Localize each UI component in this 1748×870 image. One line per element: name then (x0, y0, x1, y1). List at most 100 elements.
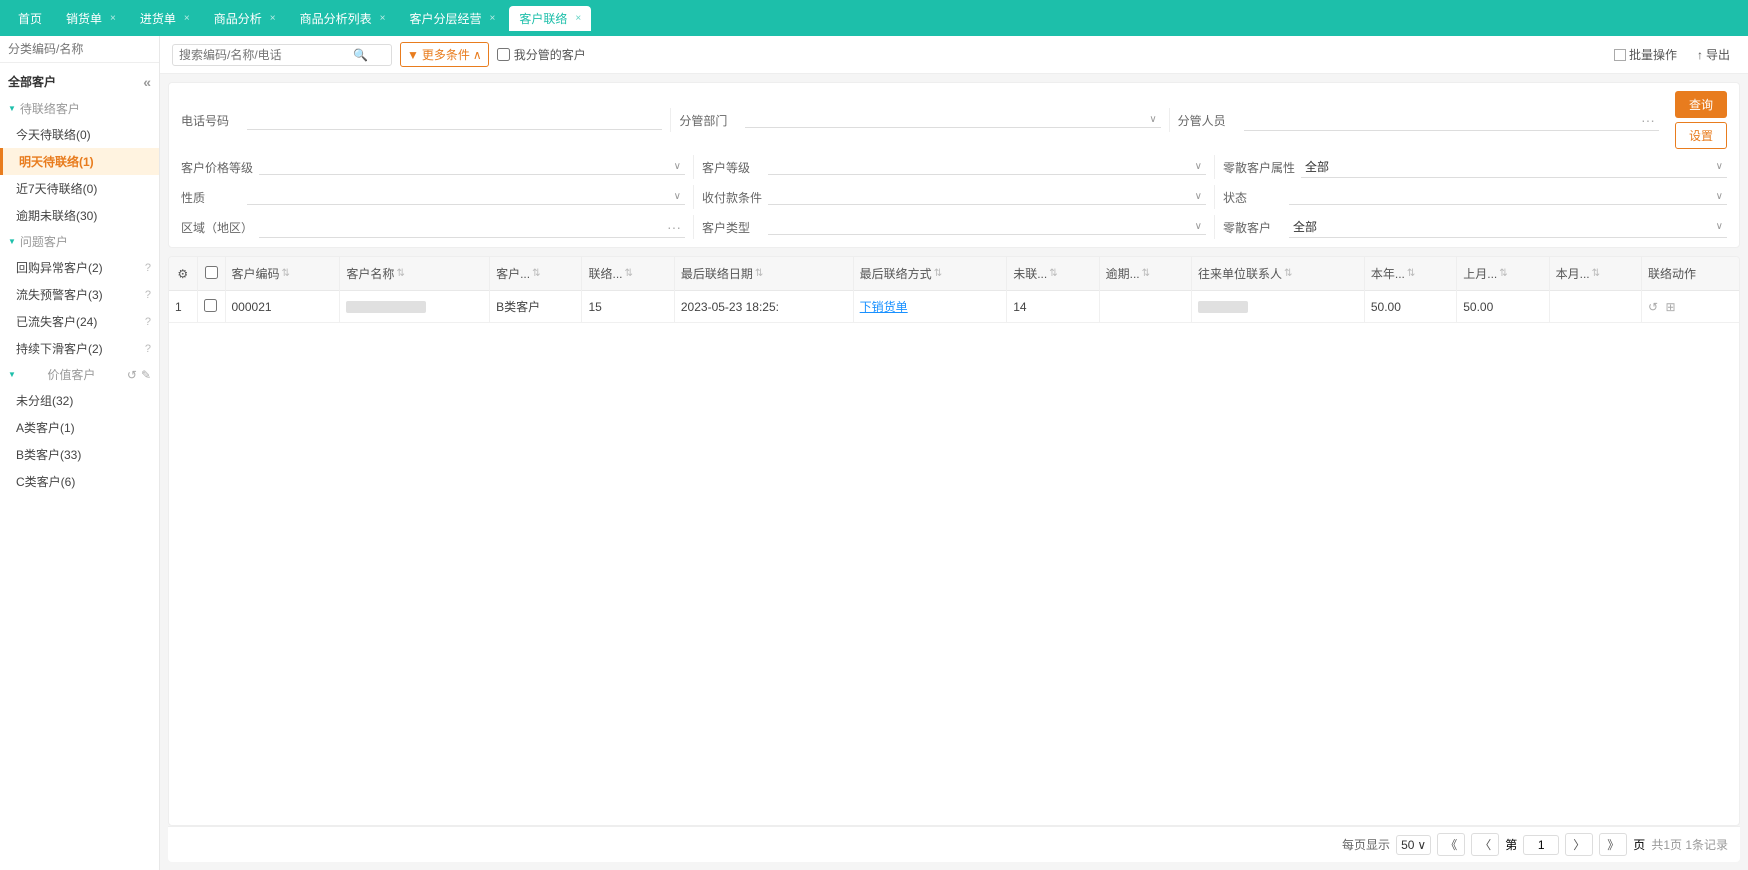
sort-icon[interactable]: ⇅ (1592, 268, 1600, 279)
sidebar-item-churn-warning[interactable]: 流失预警客户(3) ? (0, 281, 159, 308)
filter-retail-select[interactable]: 全部 ∨ (1289, 216, 1727, 238)
close-icon[interactable]: × (489, 13, 495, 24)
nav-product-list[interactable]: 商品分析列表 × (290, 6, 396, 31)
dots-icon[interactable]: ··· (1641, 112, 1655, 128)
help-icon[interactable]: ? (145, 262, 151, 274)
sidebar-item-7days[interactable]: 近7天待联络(0) (0, 175, 159, 202)
table-header-row: ⚙ 客户编码 ⇅ 客户名称 ⇅ (169, 257, 1739, 291)
help-icon[interactable]: ? (145, 289, 151, 301)
sidebar-item-ungroup[interactable]: 未分组(32) (0, 387, 159, 414)
row-checkbox[interactable] (204, 299, 217, 312)
filter-retail-attr-select[interactable]: 全部 ∨ (1301, 156, 1727, 178)
sort-icon[interactable]: ⇅ (282, 268, 290, 279)
sidebar-item-repurchase[interactable]: 回购异常客户(2) ? (0, 254, 159, 281)
set-button[interactable]: 设置 (1675, 122, 1727, 149)
sidebar-item-churned[interactable]: 已流失客户(24) ? (0, 308, 159, 335)
page-label: 第 (1505, 836, 1517, 853)
sidebar-item-today[interactable]: 今天待联络(0) (0, 121, 159, 148)
select-all-checkbox[interactable] (205, 266, 218, 279)
cell-last-method[interactable]: 下销货单 (853, 291, 1007, 323)
filter-btn[interactable]: ▼ 更多条件 ∧ (400, 42, 489, 67)
sort-icon[interactable]: ⇅ (934, 268, 942, 279)
refresh-icon[interactable]: ↺ (127, 368, 137, 382)
close-icon[interactable]: × (380, 13, 386, 24)
nav-sales[interactable]: 销货单 × (56, 6, 126, 31)
nav-product-analysis[interactable]: 商品分析 × (204, 6, 286, 31)
sort-icon[interactable]: ⇅ (532, 268, 540, 279)
prev-page-button[interactable]: 〈 (1471, 833, 1499, 856)
close-icon[interactable]: × (110, 13, 116, 24)
my-customers-check[interactable]: 我分管的客户 (497, 46, 586, 63)
last-page-button[interactable]: 》 (1599, 833, 1627, 856)
filter-level-select[interactable]: ∨ (768, 159, 1206, 175)
search-icon[interactable]: 🔍 (353, 48, 368, 62)
action-grid-icon[interactable]: ⊞ (1665, 300, 1675, 314)
sidebar-group-problems[interactable]: 问题客户 (0, 229, 159, 254)
nav-purchase[interactable]: 进货单 × (130, 6, 200, 31)
sort-icon[interactable]: ⇅ (1049, 268, 1057, 279)
filter-price-select[interactable]: ∨ (259, 159, 685, 175)
help-icon[interactable]: ? (145, 343, 151, 355)
nav-home[interactable]: 首页 (8, 6, 52, 31)
next-page-button[interactable]: 〉 (1565, 833, 1593, 856)
nav-customer-contact[interactable]: 客户联络 × (509, 6, 591, 31)
action-refresh-icon[interactable]: ↺ (1648, 300, 1658, 314)
col-this-month: 本月... ⇅ (1549, 257, 1641, 291)
dots-icon[interactable]: ··· (667, 219, 681, 235)
filter-phone: 电话号码 (181, 111, 662, 130)
sort-icon[interactable]: ⇅ (625, 268, 633, 279)
filter-status-select[interactable]: ∨ (1289, 189, 1727, 205)
help-icon[interactable]: ? (145, 316, 151, 328)
sort-icon[interactable]: ⇅ (1142, 268, 1150, 279)
sort-icon[interactable]: ⇅ (755, 268, 763, 279)
close-icon[interactable]: × (270, 13, 276, 24)
batch-op-button[interactable]: 批量操作 (1608, 43, 1683, 66)
sidebar-all-customers[interactable]: 全部客户 « (0, 67, 159, 96)
close-icon[interactable]: × (184, 13, 190, 24)
export-button[interactable]: ↑ 导出 (1691, 43, 1736, 66)
cell-contact: 15 (582, 291, 674, 323)
sidebar-item-overdue[interactable]: 逾期未联络(30) (0, 202, 159, 229)
sidebar-item-a-class[interactable]: A类客户(1) (0, 414, 159, 441)
cell-checkbox[interactable] (197, 291, 225, 323)
edit-icon[interactable]: ✎ (141, 368, 151, 382)
filter-nature-select[interactable]: ∨ (247, 189, 685, 205)
sidebar-item-b-class[interactable]: B类客户(33) (0, 441, 159, 468)
filter-region-select[interactable]: ··· (259, 217, 685, 238)
sidebar-search-input[interactable] (8, 42, 160, 56)
sidebar-item-c-class[interactable]: C类客户(6) (0, 468, 159, 495)
chevron-down-icon: ∨ (1149, 114, 1156, 125)
page-size-select[interactable]: 50 ∨ (1396, 835, 1431, 855)
cell-last-date: 2023-05-23 18:25: (674, 291, 853, 323)
close-icon[interactable]: × (575, 13, 581, 24)
sidebar-item-tomorrow[interactable]: 明天待联络(1) (0, 148, 159, 175)
query-button[interactable]: 查询 (1675, 91, 1727, 118)
filter-row-3: 性质 ∨ 收付款条件 ∨ 状态 (181, 185, 1727, 209)
filter-payment-label: 收付款条件 (702, 189, 762, 206)
filter-payment-select[interactable]: ∨ (768, 189, 1206, 205)
chevron-down-icon: ∨ (1716, 221, 1723, 232)
filter-status-label: 状态 (1223, 189, 1283, 206)
filter-phone-input[interactable] (247, 111, 662, 130)
filter-manager-select[interactable]: ··· (1244, 110, 1659, 131)
search-input-wrap: 🔍 (172, 44, 392, 66)
sort-icon[interactable]: ⇅ (1407, 268, 1415, 279)
col-no-contact: 未联... ⇅ (1007, 257, 1099, 291)
col-last-date: 最后联络日期 ⇅ (674, 257, 853, 291)
sort-icon[interactable]: ⇅ (1284, 268, 1292, 279)
first-page-button[interactable]: 《 (1437, 833, 1465, 856)
search-input[interactable] (179, 48, 349, 62)
nav-customer-tier[interactable]: 客户分层经营 × (399, 6, 505, 31)
col-code: 客户编码 ⇅ (225, 257, 340, 291)
sort-icon[interactable]: ⇅ (396, 268, 404, 279)
page-input[interactable] (1523, 835, 1559, 855)
filter-type-select[interactable]: ∨ (768, 219, 1206, 235)
filter-dept-select[interactable]: ∨ (745, 112, 1160, 128)
content-area: 🔍 ▼ 更多条件 ∧ 我分管的客户 批量操作 ↑ 导出 (160, 36, 1748, 870)
col-gear[interactable]: ⚙ (169, 257, 197, 291)
col-checkbox[interactable] (197, 257, 225, 291)
sidebar-item-declining[interactable]: 持续下滑客户(2) ? (0, 335, 159, 362)
my-customers-checkbox[interactable] (497, 48, 510, 61)
sort-icon[interactable]: ⇅ (1499, 268, 1507, 279)
sidebar-group-pending[interactable]: 待联络客户 (0, 96, 159, 121)
